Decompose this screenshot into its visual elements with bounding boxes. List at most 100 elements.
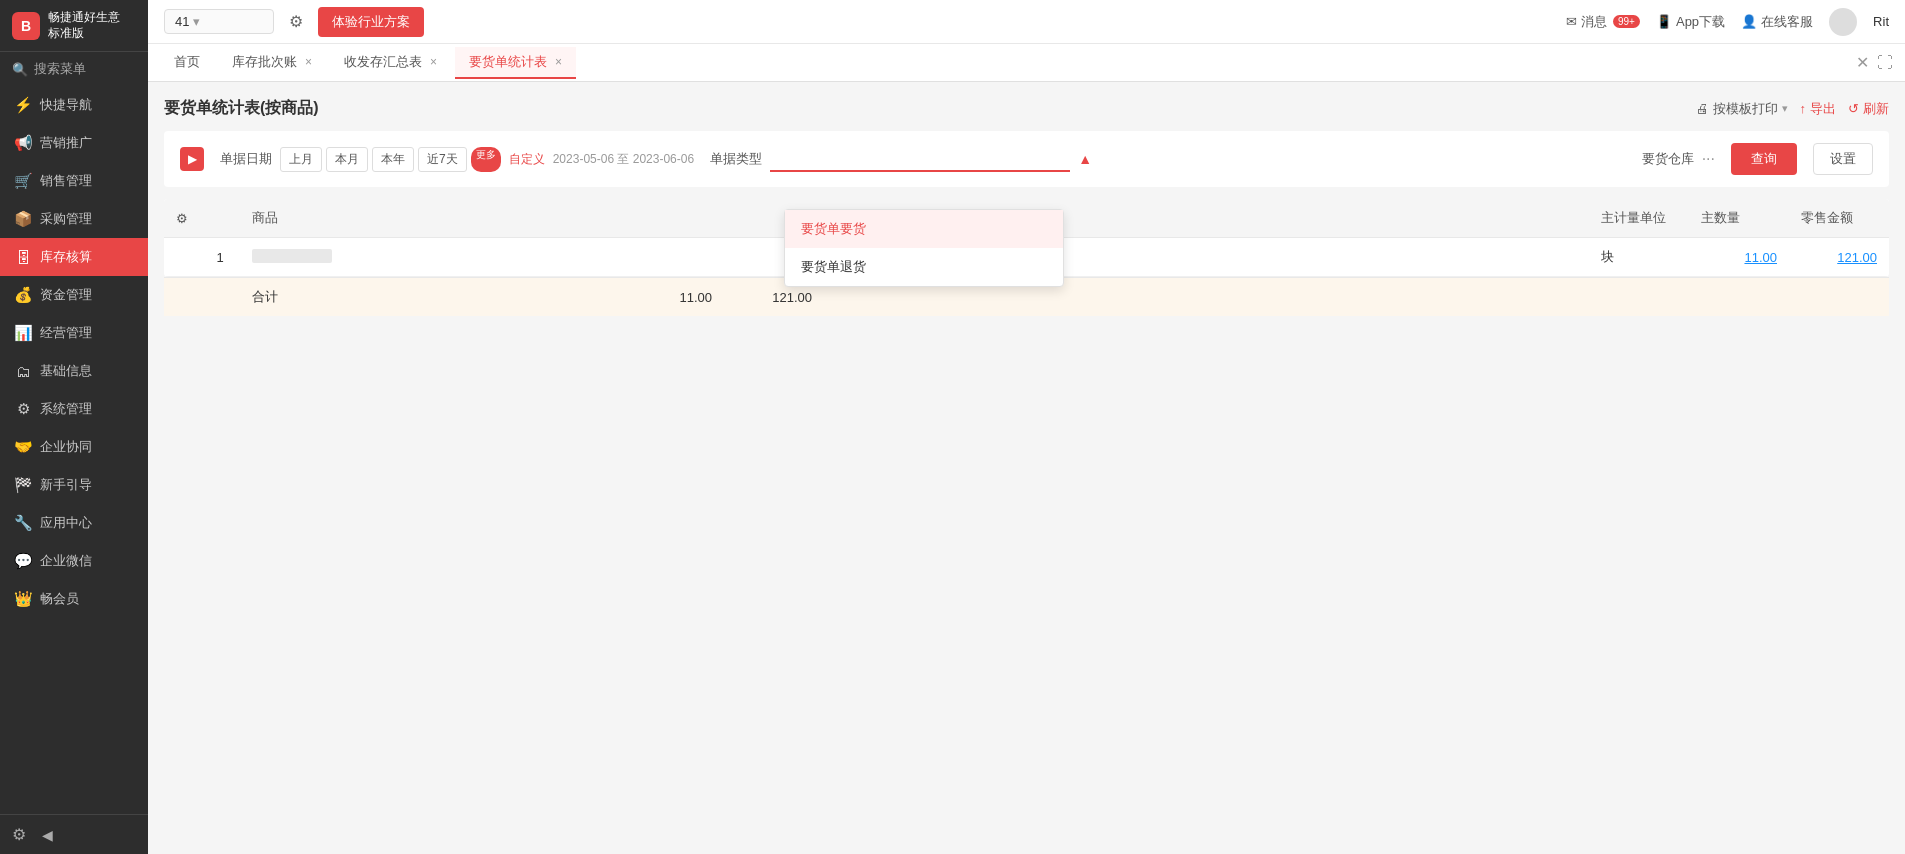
app-download-button[interactable]: 📱 App下载 [1656,13,1725,31]
sidebar-item-quick-nav[interactable]: ⚡ 快捷导航 [0,86,148,124]
type-label: 单据类型 [710,150,762,168]
export-button[interactable]: ↑ 导出 [1800,100,1837,118]
tab-batch-label: 库存批次账 [232,53,297,71]
app-label: App下载 [1676,13,1725,31]
tab-batch[interactable]: 库存批次账 × [218,47,326,79]
topbar-right: ✉ 消息 99+ 📱 App下载 👤 在线客服 Rit [1566,8,1889,36]
settings-button[interactable]: 设置 [1813,143,1873,175]
type-chevron-up-icon[interactable]: ▲ [1078,151,1092,167]
sidebar-item-inventory[interactable]: 🗄 库存核算 [0,238,148,276]
wechat-icon: 💬 [14,552,32,570]
row-price[interactable]: 121.00 [1789,238,1889,277]
sidebar-item-purchase[interactable]: 📦 采购管理 [0,200,148,238]
sidebar-item-marketing[interactable]: 📢 营销推广 [0,124,148,162]
tab-order-stat-label: 要货单统计表 [469,53,547,71]
topbar-gear-button[interactable]: ⚙ [282,8,310,36]
tab-order-stat[interactable]: 要货单统计表 × [455,47,576,79]
tab-expand-button[interactable]: ⛶ [1877,54,1893,72]
sidebar-item-finance[interactable]: 💰 资金管理 [0,276,148,314]
sidebar-item-appstore[interactable]: 🔧 应用中心 [0,504,148,542]
tab-order-stat-close[interactable]: × [555,56,562,68]
sidebar-item-member[interactable]: 👑 畅会员 [0,580,148,618]
sidebar-item-label: 企业微信 [40,552,92,570]
sidebar-item-label: 基础信息 [40,362,92,380]
sales-icon: 🛒 [14,172,32,190]
sidebar-item-guide[interactable]: 🏁 新手引导 [0,466,148,504]
export-label: 导出 [1810,100,1836,118]
date-more-badge[interactable]: 更多 [471,147,501,172]
inventory-icon: 🗄 [14,249,32,266]
user-avatar[interactable] [1829,8,1857,36]
custom-date-btn[interactable]: 自定义 [509,151,545,168]
filter-expand-button[interactable]: ▶ [180,147,204,171]
date-range-buttons: 上月 本月 本年 近7天 更多 [280,147,501,172]
warehouse-more-button[interactable]: ··· [1702,150,1715,168]
th-price: 零售金额 [1789,199,1889,238]
tab-summary-close[interactable]: × [430,56,437,68]
tab-home[interactable]: 首页 [160,47,214,79]
th-setting[interactable]: ⚙ [164,199,200,238]
type-filter-group: 单据类型 ▲ [710,147,1626,172]
last-7days-btn[interactable]: 近7天 [418,147,467,172]
sidebar-item-label: 采购管理 [40,210,92,228]
sidebar-item-basic[interactable]: 🗂 基础信息 [0,352,148,390]
online-service-button[interactable]: 👤 在线客服 [1741,13,1813,31]
row-qty[interactable]: 11.00 [1689,238,1789,277]
price-link[interactable]: 121.00 [1837,250,1877,265]
user-name: Rit [1873,14,1889,29]
print-button[interactable]: 🖨 按模板打印 ▾ [1696,100,1788,118]
dropdown-item-order[interactable]: 要货单要货 [785,210,1063,248]
sidebar-item-wechat[interactable]: 💬 企业微信 [0,542,148,580]
dropdown-item-return[interactable]: 要货单退货 [785,248,1063,286]
sidebar-item-system[interactable]: ⚙ 系统管理 [0,390,148,428]
sidebar-search[interactable]: 🔍 搜索菜单 [0,52,148,86]
logo-icon: B [12,12,40,40]
purchase-icon: 📦 [14,210,32,228]
chevron-down-icon: ▾ [193,14,200,29]
search-label: 搜索菜单 [34,60,86,78]
this-month-btn[interactable]: 本月 [326,147,368,172]
tab-close-all-button[interactable]: ✕ [1856,53,1869,72]
tab-actions: ✕ ⛶ [1856,53,1893,72]
sidebar-item-operation[interactable]: 📊 经营管理 [0,314,148,352]
system-icon: ⚙ [14,400,32,418]
sidebar-item-label: 企业协同 [40,438,92,456]
sidebar-item-label: 系统管理 [40,400,92,418]
footer-qty: 11.00 [612,290,712,305]
last-month-btn[interactable]: 上月 [280,147,322,172]
qty-link[interactable]: 11.00 [1744,250,1777,265]
type-select[interactable] [770,147,1070,172]
message-badge: 99+ [1613,15,1640,28]
store-selector[interactable]: 41 ▾ [164,9,274,34]
basic-icon: 🗂 [14,363,32,380]
footer-total-label: 合计 [252,288,512,306]
warehouse-group: 要货仓库 ··· [1642,150,1715,168]
refresh-icon: ↺ [1848,101,1859,116]
topbar-left: 41 ▾ ⚙ 体验行业方案 [164,7,1554,37]
message-icon: ✉ [1566,14,1577,29]
enterprise-icon: 🤝 [14,438,32,456]
sidebar-item-enterprise[interactable]: 🤝 企业协同 [0,428,148,466]
tab-home-label: 首页 [174,53,200,71]
sidebar-settings-icon[interactable]: ⚙ [12,825,26,844]
sidebar: B 畅捷通好生意 标准版 🔍 搜索菜单 ⚡ 快捷导航 📢 营销推广 🛒 销售管理… [0,0,148,854]
main: 41 ▾ ⚙ 体验行业方案 ✉ 消息 99+ 📱 App下载 👤 在线客服 Ri… [148,0,1905,854]
row-setting [164,238,200,277]
message-button[interactable]: ✉ 消息 99+ [1566,13,1640,31]
warehouse-label: 要货仓库 [1642,150,1694,168]
search-icon: 🔍 [12,62,28,77]
tab-batch-close[interactable]: × [305,56,312,68]
refresh-button[interactable]: ↺ 刷新 [1848,100,1889,118]
tab-summary[interactable]: 收发存汇总表 × [330,47,451,79]
sidebar-item-label: 营销推广 [40,134,92,152]
page-header: 要货单统计表(按商品) 🖨 按模板打印 ▾ ↑ 导出 ↺ 刷新 [164,98,1889,119]
export-icon: ↑ [1800,101,1807,116]
this-year-btn[interactable]: 本年 [372,147,414,172]
industry-button[interactable]: 体验行业方案 [318,7,424,37]
refresh-label: 刷新 [1863,100,1889,118]
sidebar-bottom: ⚙ ◀ [0,814,148,854]
query-button[interactable]: 查询 [1731,143,1797,175]
topbar: 41 ▾ ⚙ 体验行业方案 ✉ 消息 99+ 📱 App下载 👤 在线客服 Ri… [148,0,1905,44]
sidebar-collapse-icon[interactable]: ◀ [42,827,53,843]
sidebar-item-sales[interactable]: 🛒 销售管理 [0,162,148,200]
